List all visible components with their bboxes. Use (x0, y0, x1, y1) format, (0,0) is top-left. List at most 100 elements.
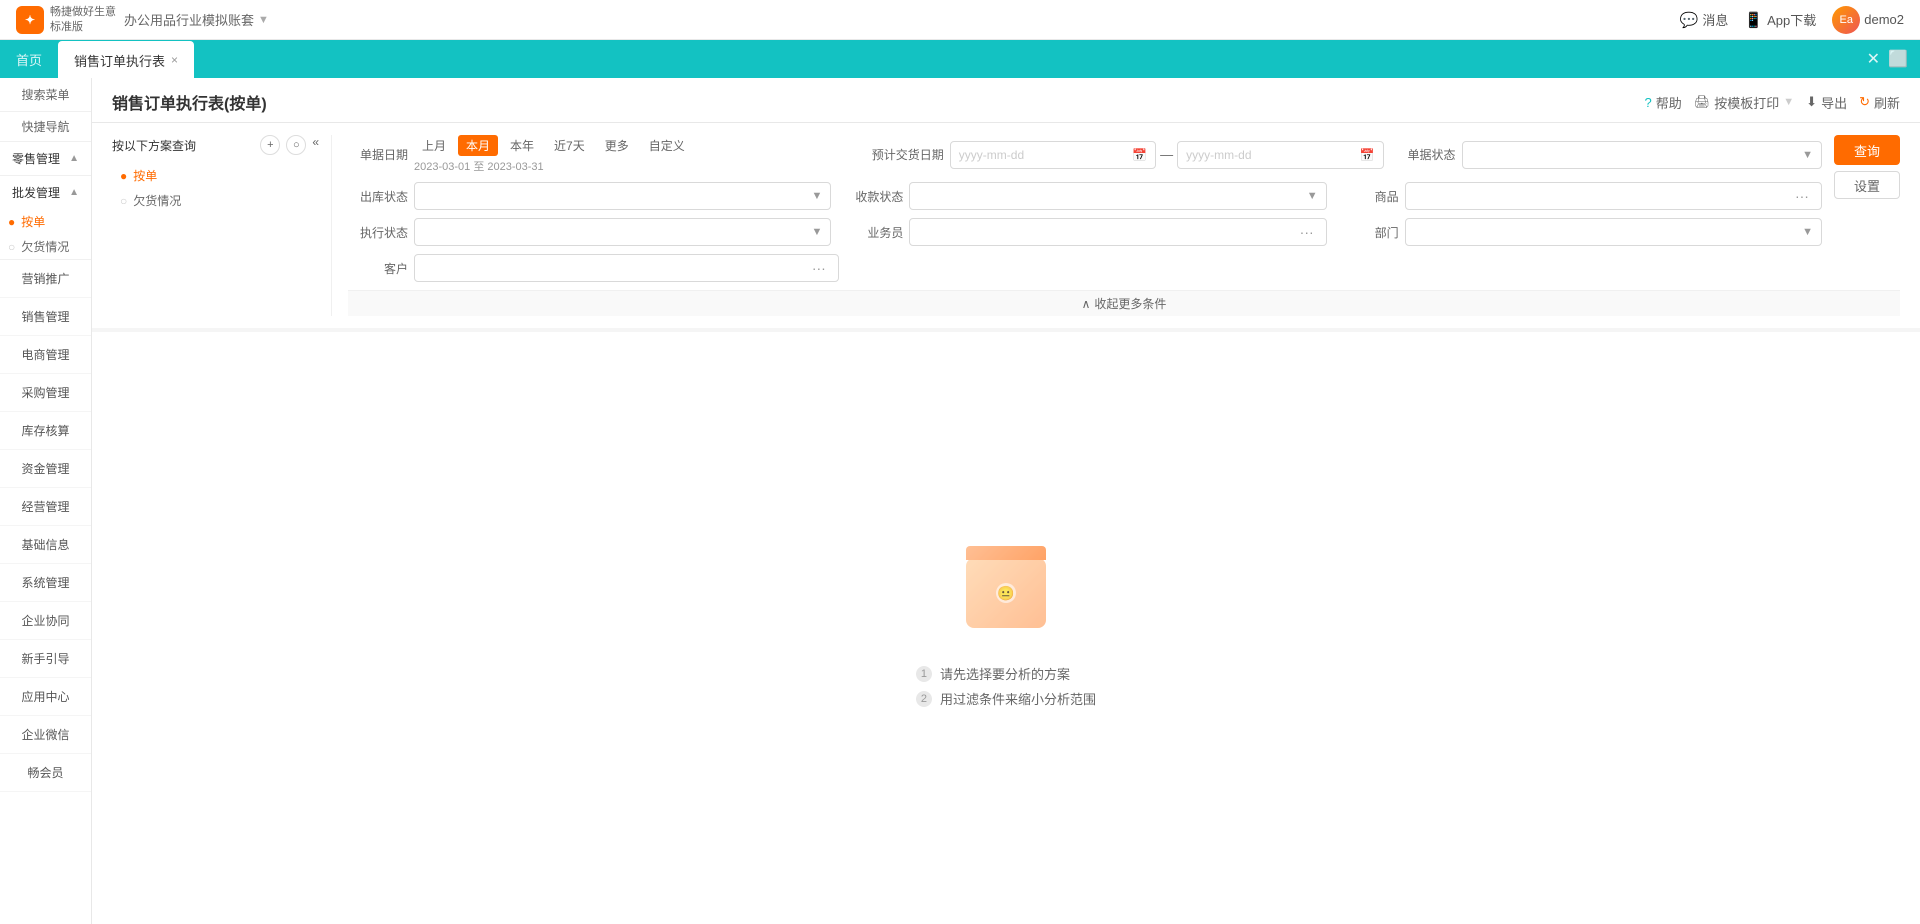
sidebar-item-newbie[interactable]: 新手引导 (0, 640, 91, 678)
sidebar-item-operation[interactable]: 经营管理 (0, 488, 91, 526)
logo-icon: ✦ (16, 6, 44, 34)
sidebar-item-inventory[interactable]: 库存核算 (0, 412, 91, 450)
department-select[interactable]: ▼ (1405, 218, 1822, 246)
customer-label: 客户 (348, 260, 408, 277)
sidebar-item-basic[interactable]: 基础信息 (0, 526, 91, 564)
filter-delivery-status-field: 出库状态 ▼ (348, 182, 831, 210)
goods-input[interactable]: ··· (1405, 182, 1822, 210)
tab-minimize-btn[interactable]: ✕ (1867, 49, 1880, 69)
message-icon: 💬 (1680, 11, 1699, 29)
query-btn[interactable]: 查询 (1834, 135, 1900, 165)
page-header-top: 销售订单执行表(按单) ? 帮助 🖨 按模板打印 ▼ ⬇ 导出 (112, 90, 1900, 114)
exec-status-select[interactable]: ▼ (414, 218, 831, 246)
delivery-date-end-input[interactable]: yyyy-mm-dd 📅 (1177, 141, 1383, 169)
date-field-label: 单据日期 (348, 146, 408, 163)
salesperson-input[interactable]: ··· (909, 218, 1326, 246)
sidebar-item-finance[interactable]: 资金管理 (0, 450, 91, 488)
delivery-date-label: 预计交货日期 (872, 146, 944, 163)
sidebar: 搜索菜单 快捷导航 零售管理 ▲ 批发管理 ▲ ● 按单 ○ 欠货情况 (0, 78, 92, 924)
empty-state: 😐 1 请先选择要分析的方案 2 用过滤条件来缩小分析范围 (92, 332, 1920, 924)
scheme-edit-btn[interactable]: ○ (286, 135, 306, 155)
export-btn[interactable]: ⬇ 导出 (1806, 93, 1847, 112)
app-download-nav[interactable]: 📱 App下载 (1744, 10, 1816, 29)
filter-delivery-date-field: 预计交货日期 yyyy-mm-dd 📅 — yyyy-mm-d (872, 141, 1384, 169)
goods-dots-icon[interactable]: ··· (1791, 188, 1813, 204)
delivery-status-arrow-icon: ▼ (811, 190, 822, 202)
breadcrumb[interactable]: 办公用品行业模拟账套 ▼ (124, 10, 269, 29)
filter-row-4: 客户 ··· (348, 254, 1822, 282)
collapse-icon: ∧ (1082, 297, 1091, 311)
delivery-date-end-icon: 📅 (1360, 148, 1375, 162)
sidebar-item-collab[interactable]: 企业协同 (0, 602, 91, 640)
print-icon: 🖨 (1694, 94, 1711, 110)
date-tab-last-7[interactable]: 近7天 (546, 135, 593, 156)
main-layout: 搜索菜单 快捷导航 零售管理 ▲ 批发管理 ▲ ● 按单 ○ 欠货情况 (0, 78, 1920, 924)
sidebar-item-purchase[interactable]: 采购管理 (0, 374, 91, 412)
customer-input[interactable]: ··· (414, 254, 839, 282)
scheme-debt-icon: ○ (120, 194, 127, 208)
tab-sales-order[interactable]: 销售订单执行表 × (58, 41, 194, 79)
content-area: 销售订单执行表(按单) ? 帮助 🖨 按模板打印 ▼ ⬇ 导出 (92, 78, 1920, 924)
date-tab-this-month[interactable]: 本月 (458, 135, 498, 156)
help-btn[interactable]: ? 帮助 (1644, 93, 1681, 112)
sidebar-item-debt[interactable]: ○ 欠货情况 (0, 234, 91, 259)
message-nav[interactable]: 💬 消息 (1680, 10, 1729, 29)
filter-customer-field: 客户 ··· (348, 254, 839, 282)
date-tab-last-month[interactable]: 上月 (414, 135, 454, 156)
wholesale-arrow-icon: ▲ (69, 187, 79, 198)
filter-panel: 按以下方案查询 + ○ « ● 按单 ○ 欠货情况 (92, 123, 1920, 328)
exec-status-label: 执行状态 (348, 224, 408, 241)
scheme-icons: + ○ « (260, 135, 319, 155)
sidebar-group-wholesale-header[interactable]: 批发管理 ▲ (0, 176, 91, 209)
sidebar-item-system[interactable]: 系统管理 (0, 564, 91, 602)
sidebar-item-marketing[interactable]: 营销推广 (0, 260, 91, 298)
sidebar-item-wechat[interactable]: 企业微信 (0, 716, 91, 754)
tab-maximize-btn[interactable]: ⬜ (1888, 49, 1908, 69)
payment-status-label: 收款状态 (843, 188, 903, 205)
print-btn[interactable]: 🖨 按模板打印 ▼ (1694, 93, 1794, 112)
filter-fields: 单据日期 上月 本月 本年 近7天 (348, 135, 1900, 316)
department-label: 部门 (1339, 224, 1399, 241)
customer-dots-icon[interactable]: ··· (808, 260, 830, 276)
logo-area: ✦ 畅捷做好生意 标准版 (16, 5, 116, 34)
sidebar-item-ecommerce[interactable]: 电商管理 (0, 336, 91, 374)
date-tab-custom[interactable]: 自定义 (641, 135, 693, 156)
tab-close-btn[interactable]: × (171, 53, 178, 67)
tab-bar-right: ✕ ⬜ (1867, 49, 1920, 69)
sidebar-item-order[interactable]: ● 按单 (0, 209, 91, 234)
sidebar-item-appstore[interactable]: 应用中心 (0, 678, 91, 716)
setting-btn[interactable]: 设置 (1834, 171, 1900, 199)
filter-collapse-bar[interactable]: ∧ 收起更多条件 (348, 290, 1900, 316)
date-tab-more[interactable]: 更多 (597, 135, 637, 156)
sidebar-group-retail: 零售管理 ▲ (0, 142, 91, 176)
department-arrow-icon: ▼ (1802, 226, 1813, 238)
tab-home[interactable]: 首页 (0, 40, 58, 78)
date-tab-this-year[interactable]: 本年 (502, 135, 542, 156)
empty-box: 😐 (966, 558, 1046, 628)
filter-department-field: 部门 ▼ (1339, 218, 1822, 246)
sidebar-search[interactable]: 搜索菜单 (0, 78, 91, 112)
sidebar-quick-nav[interactable]: 快捷导航 (0, 112, 91, 142)
delivery-date-start-icon: 📅 (1132, 148, 1147, 162)
filter-date-field: 单据日期 上月 本月 本年 近7天 (348, 135, 860, 174)
scheme-item-order[interactable]: ● 按单 (112, 163, 319, 188)
payment-status-select[interactable]: ▼ (909, 182, 1326, 210)
filter-actions: 查询 设置 (1834, 135, 1900, 199)
page-title: 销售订单执行表(按单) (112, 90, 267, 114)
scheme-item-debt[interactable]: ○ 欠货情况 (112, 188, 319, 213)
filter-row-1: 单据日期 上月 本月 本年 近7天 (348, 135, 1822, 174)
refresh-btn[interactable]: ↻ 刷新 (1859, 93, 1900, 112)
scheme-collapse-btn[interactable]: « (312, 135, 319, 155)
scheme-add-btn[interactable]: + (260, 135, 280, 155)
delivery-status-select[interactable]: ▼ (414, 182, 831, 210)
debt-dot-icon: ○ (8, 240, 15, 254)
user-nav[interactable]: Ea demo2 (1832, 6, 1904, 34)
sidebar-group-retail-header[interactable]: 零售管理 ▲ (0, 142, 91, 175)
sidebar-item-sales-mgmt[interactable]: 销售管理 (0, 298, 91, 336)
status-select[interactable]: ▼ (1462, 141, 1822, 169)
scheme-order-icon: ● (120, 169, 127, 183)
salesperson-dots-icon[interactable]: ··· (1296, 224, 1318, 240)
sidebar-item-member[interactable]: 畅会员 (0, 754, 91, 792)
delivery-date-start-input[interactable]: yyyy-mm-dd 📅 (950, 141, 1156, 169)
order-dot-icon: ● (8, 215, 15, 229)
